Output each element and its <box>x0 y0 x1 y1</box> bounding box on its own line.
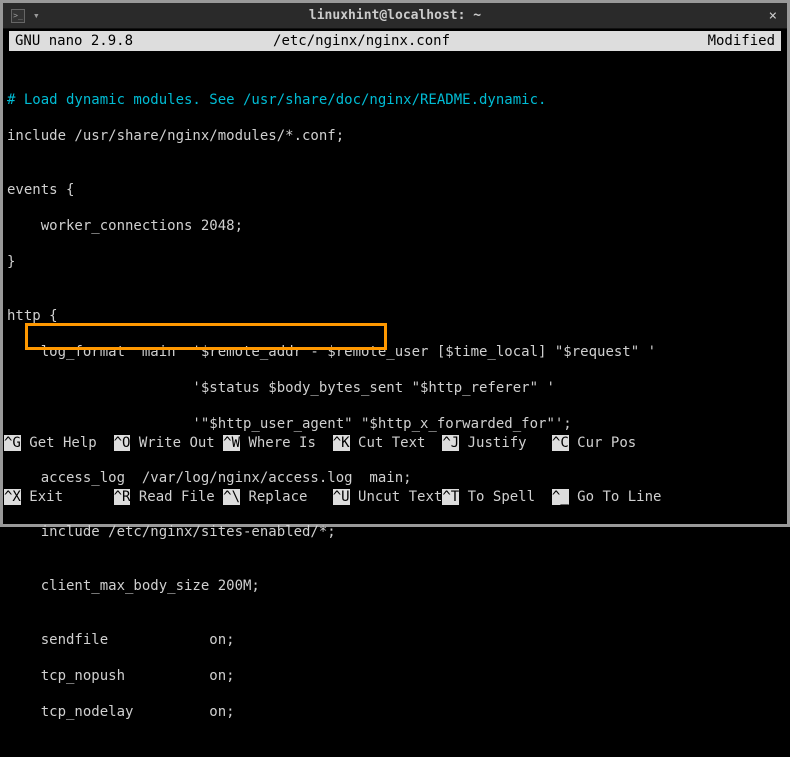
editor-line: worker_connections 2048; <box>7 217 783 235</box>
nano-filename: /etc/nginx/nginx.conf <box>273 33 708 49</box>
shortcut-label: Get Help <box>21 435 114 451</box>
shortcut-key: ^X <box>4 489 21 505</box>
editor-line: include /usr/share/nginx/modules/*.conf; <box>7 127 783 145</box>
shortcut-justify[interactable]: ^J Justify <box>442 434 552 452</box>
terminal-icon: >_ <box>11 9 25 23</box>
editor-line: '$status $body_bytes_sent "$http_referer… <box>7 379 783 397</box>
nano-statusbar: GNU nano 2.9.8 /etc/nginx/nginx.conf Mod… <box>9 31 781 51</box>
editor-line-highlighted: include /etc/nginx/sites-enabled/*; <box>7 523 783 541</box>
editor-line: tcp_nopush on; <box>7 667 783 685</box>
shortcut-read-file[interactable]: ^R Read File <box>114 488 224 506</box>
editor-line: log_format main '$remote_addr - $remote_… <box>7 343 783 361</box>
editor-line-comment: # Load dynamic modules. See /usr/share/d… <box>7 91 783 109</box>
shortcut-where-is[interactable]: ^W Where Is <box>223 434 333 452</box>
shortcut-key: ^\ <box>223 489 240 505</box>
shortcut-key: ^C <box>552 435 569 451</box>
nano-app-version: GNU nano 2.9.8 <box>15 33 273 49</box>
shortcut-key: ^G <box>4 435 21 451</box>
shortcut-key: ^T <box>442 489 459 505</box>
shortcut-exit[interactable]: ^X Exit <box>4 488 114 506</box>
editor-line: http { <box>7 307 783 325</box>
shortcut-label: Exit <box>21 489 114 505</box>
editor-line: } <box>7 253 783 271</box>
titlebar-left: >_ ▾ <box>11 9 41 23</box>
shortcut-label: Cut Text <box>350 435 443 451</box>
shortcut-row-1: ^G Get Help ^O Write Out ^W Where Is ^K … <box>4 434 786 452</box>
editor-line: tcp_nodelay on; <box>7 703 783 721</box>
shortcut-label: To Spell <box>459 489 552 505</box>
shortcut-to-spell[interactable]: ^T To Spell <box>442 488 552 506</box>
shortcut-row-2: ^X Exit ^R Read File ^\ Replace ^U Uncut… <box>4 488 786 506</box>
shortcut-key: ^R <box>114 489 131 505</box>
shortcut-key: ^_ <box>552 489 569 505</box>
nano-modified-status: Modified <box>708 33 775 49</box>
window-titlebar: >_ ▾ linuxhint@localhost: ~ × <box>3 3 787 29</box>
shortcut-cur-pos[interactable]: ^C Cur Pos <box>552 434 636 452</box>
shortcut-label: Write Out <box>130 435 223 451</box>
nano-shortcuts: ^G Get Help ^O Write Out ^W Where Is ^K … <box>4 398 786 524</box>
shortcut-key: ^K <box>333 435 350 451</box>
window-title: linuxhint@localhost: ~ <box>309 8 481 23</box>
shortcut-cut-text[interactable]: ^K Cut Text <box>333 434 443 452</box>
shortcut-label: Read File <box>130 489 223 505</box>
shortcut-uncut-text[interactable]: ^U Uncut Text <box>333 488 443 506</box>
shortcut-get-help[interactable]: ^G Get Help <box>4 434 114 452</box>
editor-line <box>7 73 783 91</box>
shortcut-write-out[interactable]: ^O Write Out <box>114 434 224 452</box>
editor-line: client_max_body_size 200M; <box>7 577 783 595</box>
shortcut-label: Go To Line <box>569 489 662 505</box>
shortcut-key: ^O <box>114 435 131 451</box>
shortcut-label: Cur Pos <box>569 435 636 451</box>
shortcut-label: Where Is <box>240 435 333 451</box>
editor-line: events { <box>7 181 783 199</box>
shortcut-key: ^W <box>223 435 240 451</box>
shortcut-label: Uncut Text <box>350 489 443 505</box>
shortcut-label: Replace <box>240 489 333 505</box>
shortcut-label: Justify <box>459 435 552 451</box>
editor-line: sendfile on; <box>7 631 783 649</box>
shortcut-replace[interactable]: ^\ Replace <box>223 488 333 506</box>
shortcut-key: ^J <box>442 435 459 451</box>
shortcut-key: ^U <box>333 489 350 505</box>
menu-icon[interactable]: ▾ <box>33 9 41 22</box>
shortcut-go-to-line[interactable]: ^_ Go To Line <box>552 488 662 506</box>
close-icon[interactable]: × <box>769 8 777 24</box>
